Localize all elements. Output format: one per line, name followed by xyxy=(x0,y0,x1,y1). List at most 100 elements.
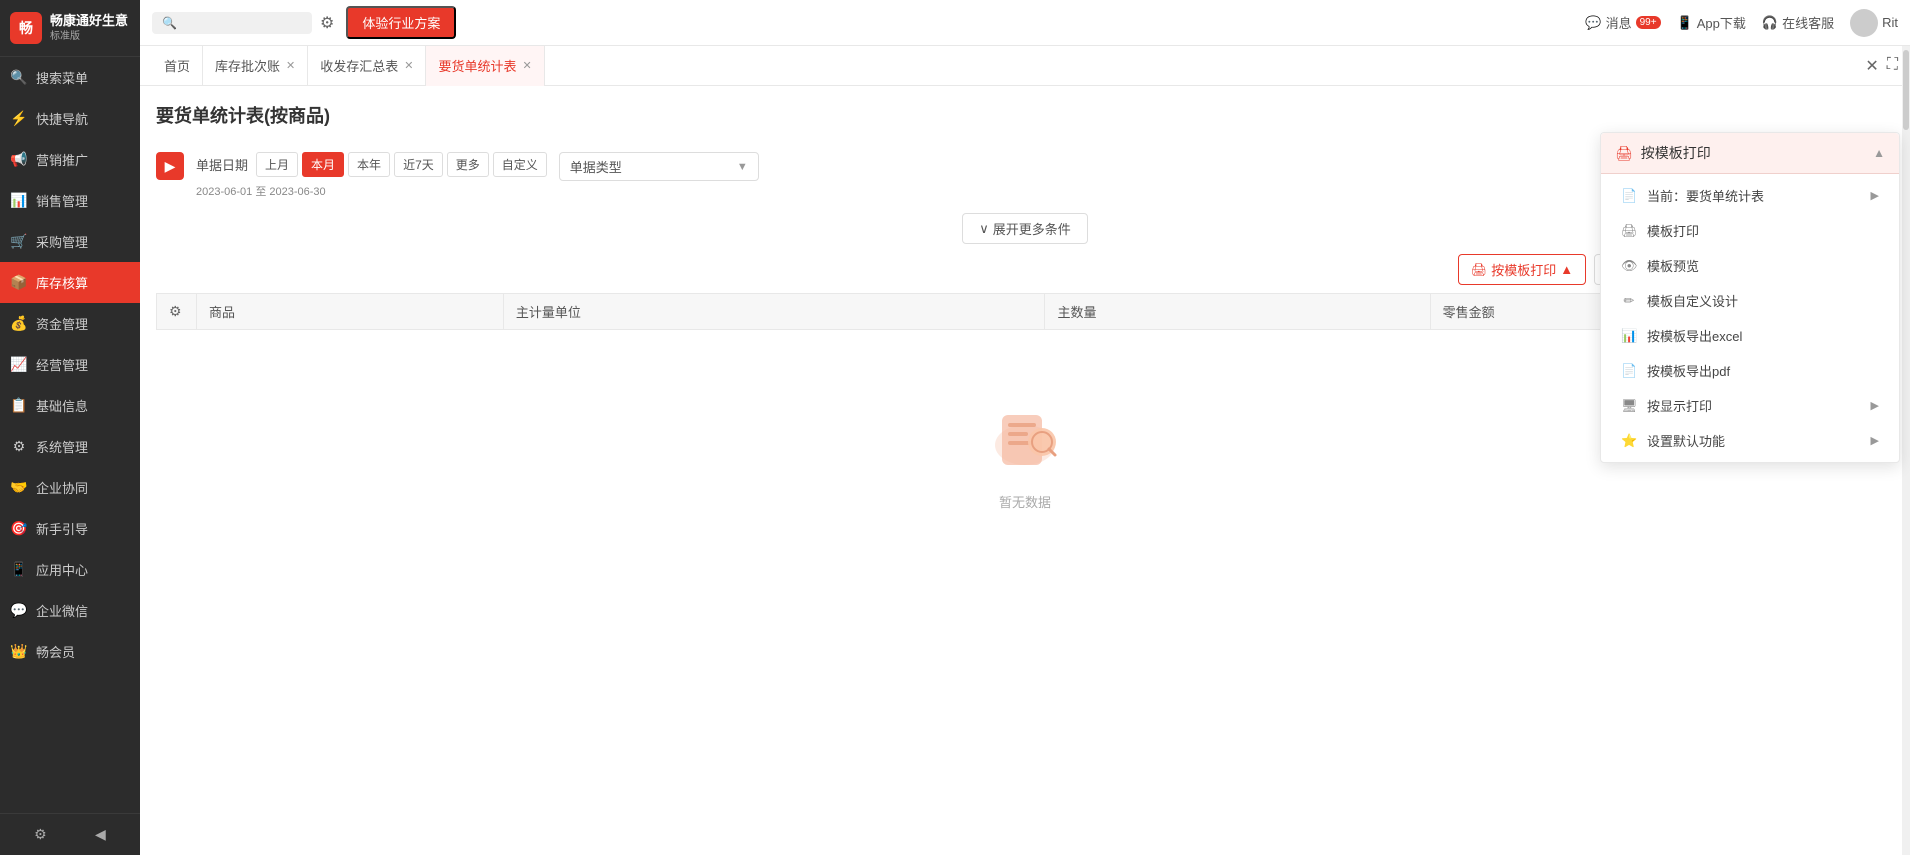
sidebar-item-shortcut[interactable]: ⚡ 快捷导航 xyxy=(0,98,140,139)
sidebar-item-guide[interactable]: 🎯 新手引导 xyxy=(0,508,140,549)
sidebar-item-label-member: 畅会员 xyxy=(36,642,75,661)
online-service-label: 在线客服 xyxy=(1782,13,1834,32)
trial-button[interactable]: 体验行业方案 xyxy=(346,6,456,39)
appstore-icon: 📱 xyxy=(10,561,28,578)
sidebar-item-label-marketing: 营销推广 xyxy=(36,150,88,169)
print-button[interactable]: 🖨 按模板打印 ▲ xyxy=(1458,254,1586,285)
app-name: 畅康通好生意 xyxy=(50,12,128,30)
template-design-icon: ✏ xyxy=(1621,293,1637,309)
sidebar-item-search[interactable]: 🔍 搜索菜单 xyxy=(0,57,140,98)
tab-label-order-summary: 要货单统计表 xyxy=(438,56,516,75)
export-excel-label: 按模板导出excel xyxy=(1647,326,1742,345)
display-print-item[interactable]: 🖥 按显示打印 ▶ xyxy=(1601,388,1899,423)
basic-icon: 📋 xyxy=(10,397,28,414)
order-type-select[interactable]: 单据类型 ▼ xyxy=(559,152,759,181)
current-template-item[interactable]: 📄 当前：要货单统计表 ▶ xyxy=(1601,178,1899,213)
sidebar-item-enterprise[interactable]: 🤝 企业协同 xyxy=(0,467,140,508)
table-header-unit: 主计量单位 xyxy=(503,294,1045,330)
settings-footer-btn[interactable]: ⚙ xyxy=(34,826,47,843)
app-download-icon: 📱 xyxy=(1677,15,1693,31)
main-area: 🔍 ⚙ 体验行业方案 💬 消息 99+ 📱 App下载 🎧 在线客服 Rit xyxy=(140,0,1910,855)
export-pdf-item[interactable]: 📄 按模板导出pdf xyxy=(1601,353,1899,388)
export-excel-item[interactable]: 📊 按模板导出excel xyxy=(1601,318,1899,353)
vertical-scrollbar-thumb[interactable] xyxy=(1903,86,1909,130)
sidebar-item-appstore[interactable]: 📱 应用中心 xyxy=(0,549,140,590)
display-print-arrow-icon: ▶ xyxy=(1871,399,1879,412)
table-gear-icon[interactable]: ⚙ xyxy=(169,303,182,319)
table-header-product: 商品 xyxy=(197,294,504,330)
user-avatar-btn[interactable]: Rit xyxy=(1850,9,1898,37)
tab-close-order-summary[interactable]: ✕ xyxy=(523,59,532,72)
date-btn-7days[interactable]: 近7天 xyxy=(394,152,443,177)
date-btn-custom[interactable]: 自定义 xyxy=(493,152,547,177)
purchase-icon: 🛒 xyxy=(10,233,28,250)
tab-collection-summary[interactable]: 收发存汇总表 ✕ xyxy=(308,46,426,86)
sidebar-item-inventory[interactable]: 📦 库存核算 xyxy=(0,262,140,303)
template-preview-label: 模板预览 xyxy=(1647,256,1699,275)
print-dropdown-title: 按模板打印 xyxy=(1641,143,1873,163)
chevron-up-icon: ▲ xyxy=(1873,146,1885,160)
display-print-icon: 🖥 xyxy=(1621,398,1637,414)
tabbar-right-btns: ✕ ⛶ xyxy=(1865,56,1898,76)
sidebar-item-wechat[interactable]: 💬 企业微信 xyxy=(0,590,140,631)
date-btn-year[interactable]: 本年 xyxy=(348,152,390,177)
template-print-item[interactable]: 🖨 模板打印 xyxy=(1601,213,1899,248)
sidebar-item-sales[interactable]: 📊 销售管理 xyxy=(0,180,140,221)
content-area: 要货单统计表(按商品) ▶ 单据日期 上月 本月 本年 近7天 更多 自定义 2… xyxy=(140,86,1910,855)
sidebar: 畅 畅康通好生意 标准版 🔍 搜索菜单 ⚡ 快捷导航 📢 营销推广 📊 销售管理… xyxy=(0,0,140,855)
sidebar-item-purchase[interactable]: 🛒 采购管理 xyxy=(0,221,140,262)
messages-btn[interactable]: 💬 消息 99+ xyxy=(1585,13,1660,32)
tab-label-inventory-batch: 库存批次账 xyxy=(215,56,280,75)
sidebar-item-label-operation: 经营管理 xyxy=(36,355,88,374)
tab-inventory-batch[interactable]: 库存批次账 ✕ xyxy=(203,46,308,86)
expand-more-button[interactable]: ∨ 展开更多条件 xyxy=(962,213,1088,244)
search-icon: 🔍 xyxy=(10,69,28,86)
page-title: 要货单统计表(按商品) xyxy=(156,102,1894,128)
sidebar-item-system[interactable]: ⚙ 系统管理 xyxy=(0,426,140,467)
tab-close-inventory-batch[interactable]: ✕ xyxy=(286,59,295,72)
print-dropdown: 🖨 按模板打印 ▲ 📄 当前：要货单统计表 ▶ 🖨 模板打印 👁 模板预览 xyxy=(1600,132,1900,463)
date-btn-current[interactable]: 本月 xyxy=(302,152,344,177)
topbar-search-icon: 🔍 xyxy=(162,16,177,30)
online-service-btn[interactable]: 🎧 在线客服 xyxy=(1762,13,1834,32)
tab-close-collection-summary[interactable]: ✕ xyxy=(404,59,413,72)
tab-close-all-btn[interactable]: ✕ xyxy=(1865,56,1878,76)
sidebar-item-finance[interactable]: 💰 资金管理 xyxy=(0,303,140,344)
chevron-down-expand-icon: ∨ xyxy=(979,221,989,237)
app-download-btn[interactable]: 📱 App下载 xyxy=(1677,13,1746,32)
inventory-icon: 📦 xyxy=(10,274,28,291)
guide-icon: 🎯 xyxy=(10,520,28,537)
date-btn-prev[interactable]: 上月 xyxy=(256,152,298,177)
username-label: Rit xyxy=(1882,15,1898,30)
messages-badge: 99+ xyxy=(1636,16,1661,29)
sidebar-item-basic[interactable]: 📋 基础信息 xyxy=(0,385,140,426)
collapse-footer-btn[interactable]: ◀ xyxy=(95,826,106,843)
date-label: 单据日期 xyxy=(196,155,248,174)
sales-icon: 📊 xyxy=(10,192,28,209)
tab-order-summary[interactable]: 要货单统计表 ✕ xyxy=(426,46,544,86)
messages-label: 消息 xyxy=(1606,13,1632,32)
sidebar-item-marketing[interactable]: 📢 营销推广 xyxy=(0,139,140,180)
tab-expand-btn[interactable]: ⛶ xyxy=(1887,56,1898,76)
sidebar-item-operation[interactable]: 📈 经营管理 xyxy=(0,344,140,385)
template-preview-item[interactable]: 👁 模板预览 xyxy=(1601,248,1899,283)
tab-home[interactable]: 首页 xyxy=(152,46,203,86)
sidebar-item-label-shortcut: 快捷导航 xyxy=(36,109,88,128)
avatar xyxy=(1850,9,1878,37)
empty-text: 暂无数据 xyxy=(999,492,1051,511)
template-design-label: 模板自定义设计 xyxy=(1647,291,1738,310)
template-design-item[interactable]: ✏ 模板自定义设计 xyxy=(1601,283,1899,318)
topbar-gear-icon[interactable]: ⚙ xyxy=(320,13,334,33)
printer-header-icon: 🖨 xyxy=(1615,145,1633,162)
set-default-label: 设置默认功能 xyxy=(1647,431,1725,450)
topbar-search[interactable]: 🔍 xyxy=(152,12,312,34)
order-type-label: 单据类型 xyxy=(570,157,622,176)
date-btn-more[interactable]: 更多 xyxy=(447,152,489,177)
filter-expand-button[interactable]: ▶ xyxy=(156,152,184,180)
app-download-label: App下载 xyxy=(1697,13,1746,32)
marketing-icon: 📢 xyxy=(10,151,28,168)
set-default-item[interactable]: ⭐ 设置默认功能 ▶ xyxy=(1601,423,1899,458)
print-dropdown-header[interactable]: 🖨 按模板打印 ▲ xyxy=(1601,133,1899,174)
sidebar-item-member[interactable]: 👑 畅会员 xyxy=(0,631,140,672)
table-header-quantity: 主数量 xyxy=(1045,294,1430,330)
